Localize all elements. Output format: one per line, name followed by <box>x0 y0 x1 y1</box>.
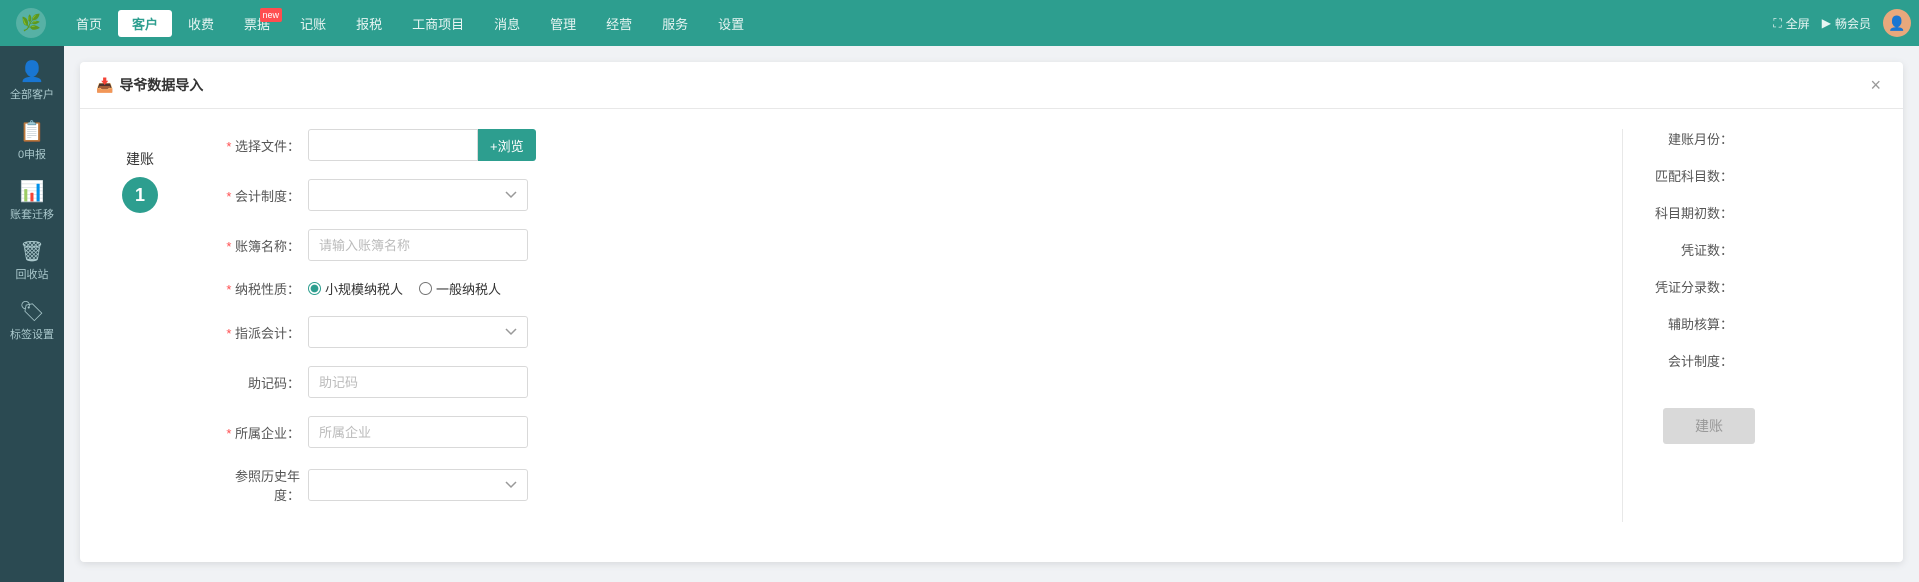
tax-nature-row: 纳税性质： 小规模纳税人 一般纳税人 <box>220 279 1602 298</box>
info-accounting-system-row: 会计制度： <box>1643 351 1883 370</box>
reference-year-row: 参照历史年度： <box>220 466 1602 504</box>
fullscreen-icon: ⛶ <box>1773 16 1781 31</box>
voucher-entries-label: 凭证分录数： <box>1643 277 1733 296</box>
sidebar-item-tag-settings[interactable]: 🏷 标签设置 <box>2 294 62 350</box>
info-accounting-system-label: 会计制度： <box>1643 351 1733 370</box>
company-row: 所属企业： <box>220 416 1602 448</box>
reference-year-select[interactable] <box>308 469 528 501</box>
voucher-count-label: 凭证数： <box>1643 240 1733 259</box>
memo-code-label: 助记码： <box>220 373 300 392</box>
company-input[interactable] <box>308 416 528 448</box>
dialog-close-button[interactable]: × <box>1864 74 1887 96</box>
reference-year-label: 参照历史年度： <box>220 466 300 504</box>
ledger-name-label: 账簿名称： <box>220 236 300 255</box>
file-input[interactable] <box>308 129 478 161</box>
build-month-row: 建账月份： <box>1643 129 1883 148</box>
step-section: 建账 1 <box>80 129 200 522</box>
nav-right: ⛶ 全屏 ▶ 畅会员 👤 <box>1773 9 1911 37</box>
build-account-button[interactable]: 建账 <box>1663 408 1755 444</box>
sidebar-item-account-migration[interactable]: 📊 账套迁移 <box>2 174 62 230</box>
assign-accountant-select[interactable] <box>308 316 528 348</box>
person-icon: 👤 <box>20 62 45 82</box>
avatar[interactable]: 👤 <box>1883 9 1911 37</box>
logo-icon: 🌿 <box>16 8 46 38</box>
accounting-system-label: 会计制度： <box>220 186 300 205</box>
trash-icon: 🗑 <box>19 242 44 262</box>
nav-item-message[interactable]: 消息 <box>480 10 534 37</box>
dialog-body: 建账 1 选择文件： +浏览 会计制度： <box>80 109 1903 542</box>
nav-item-invoice[interactable]: 票据 new <box>230 10 284 37</box>
nav-items: 首页 客户 收费 票据 new 记账 报税 工商项目 消息 管理 经营 服务 设… <box>62 10 1773 37</box>
tax-nature-label: 纳税性质： <box>220 279 300 298</box>
ledger-name-input[interactable] <box>308 229 528 261</box>
subjects-initial-row: 科目期初数： <box>1643 203 1883 222</box>
tax-small-radio[interactable] <box>308 282 321 295</box>
dialog-container: 📥 导爷数据导入 × 建账 1 选择文件： <box>80 62 1903 562</box>
sidebar-item-all-customers[interactable]: 👤 全部客户 <box>2 54 62 110</box>
file-label: 选择文件： <box>220 136 300 155</box>
nav-item-accounting[interactable]: 记账 <box>286 10 340 37</box>
nav-item-tax[interactable]: 报税 <box>342 10 396 37</box>
file-row: 选择文件： +浏览 <box>220 129 1602 161</box>
match-subjects-row: 匹配科目数： <box>1643 166 1883 185</box>
dialog-header: 📥 导爷数据导入 × <box>80 62 1903 109</box>
browse-button[interactable]: +浏览 <box>478 129 536 161</box>
vip-button[interactable]: ▶ 畅会员 <box>1822 15 1871 32</box>
import-icon: 📥 <box>96 77 113 94</box>
nav-item-manage[interactable]: 管理 <box>536 10 590 37</box>
tag-icon: 🏷 <box>19 302 44 322</box>
top-nav: 🌿 首页 客户 收费 票据 new 记账 报税 工商项目 消息 管理 经营 服务… <box>0 0 1919 46</box>
app-logo: 🌿 <box>8 0 54 46</box>
tax-general-option[interactable]: 一般纳税人 <box>419 279 501 298</box>
migration-icon: 📊 <box>20 182 45 202</box>
accounting-system-row: 会计制度： <box>220 179 1602 211</box>
info-section: 建账月份： 匹配科目数： 科目期初数： 凭证数： <box>1623 129 1903 522</box>
build-month-label: 建账月份： <box>1643 129 1733 148</box>
step-circle: 1 <box>122 177 158 213</box>
sidebar-item-recycle[interactable]: 🗑 回收站 <box>2 234 62 290</box>
vip-icon: ▶ <box>1822 16 1831 30</box>
form-section: 选择文件： +浏览 会计制度： <box>200 129 1623 522</box>
match-subjects-label: 匹配科目数： <box>1643 166 1733 185</box>
assign-accountant-row: 指派会计： <box>220 316 1602 348</box>
voucher-entries-row: 凭证分录数： <box>1643 277 1883 296</box>
tax-nature-radio-group: 小规模纳税人 一般纳税人 <box>308 279 501 298</box>
fullscreen-button[interactable]: ⛶ 全屏 <box>1773 15 1809 32</box>
ledger-name-row: 账簿名称： <box>220 229 1602 261</box>
auxiliary-row: 辅助核算： <box>1643 314 1883 333</box>
nav-item-business[interactable]: 工商项目 <box>398 10 478 37</box>
assign-accountant-label: 指派会计： <box>220 323 300 342</box>
nav-item-settings[interactable]: 设置 <box>704 10 758 37</box>
accounting-system-select[interactable] <box>308 179 528 211</box>
company-label: 所属企业： <box>220 423 300 442</box>
declaration-icon: 📋 <box>20 122 45 142</box>
nav-item-billing[interactable]: 收费 <box>174 10 228 37</box>
nav-item-home[interactable]: 首页 <box>62 10 116 37</box>
voucher-count-row: 凭证数： <box>1643 240 1883 259</box>
auxiliary-label: 辅助核算： <box>1643 314 1733 333</box>
sidebar: 👤 全部客户 📋 0申报 📊 账套迁移 🗑 回收站 🏷 标签设置 <box>0 46 64 582</box>
dialog-title: 📥 导爷数据导入 <box>96 75 203 95</box>
new-badge: new <box>260 8 283 22</box>
subjects-initial-label: 科目期初数： <box>1643 203 1733 222</box>
memo-code-row: 助记码： <box>220 366 1602 398</box>
file-input-group: +浏览 <box>308 129 536 161</box>
step-label: 建账 <box>126 149 154 169</box>
main-content: 📥 导爷数据导入 × 建账 1 选择文件： <box>64 46 1919 582</box>
main-layout: 👤 全部客户 📋 0申报 📊 账套迁移 🗑 回收站 🏷 标签设置 📥 导爷 <box>0 46 1919 582</box>
nav-item-customer[interactable]: 客户 <box>118 10 172 37</box>
nav-item-economy[interactable]: 经营 <box>592 10 646 37</box>
tax-small-label: 小规模纳税人 <box>325 279 403 298</box>
tax-general-radio[interactable] <box>419 282 432 295</box>
nav-item-service[interactable]: 服务 <box>648 10 702 37</box>
sidebar-item-declaration[interactable]: 📋 0申报 <box>2 114 62 170</box>
tax-general-label: 一般纳税人 <box>436 279 501 298</box>
tax-small-option[interactable]: 小规模纳税人 <box>308 279 403 298</box>
memo-code-input[interactable] <box>308 366 528 398</box>
